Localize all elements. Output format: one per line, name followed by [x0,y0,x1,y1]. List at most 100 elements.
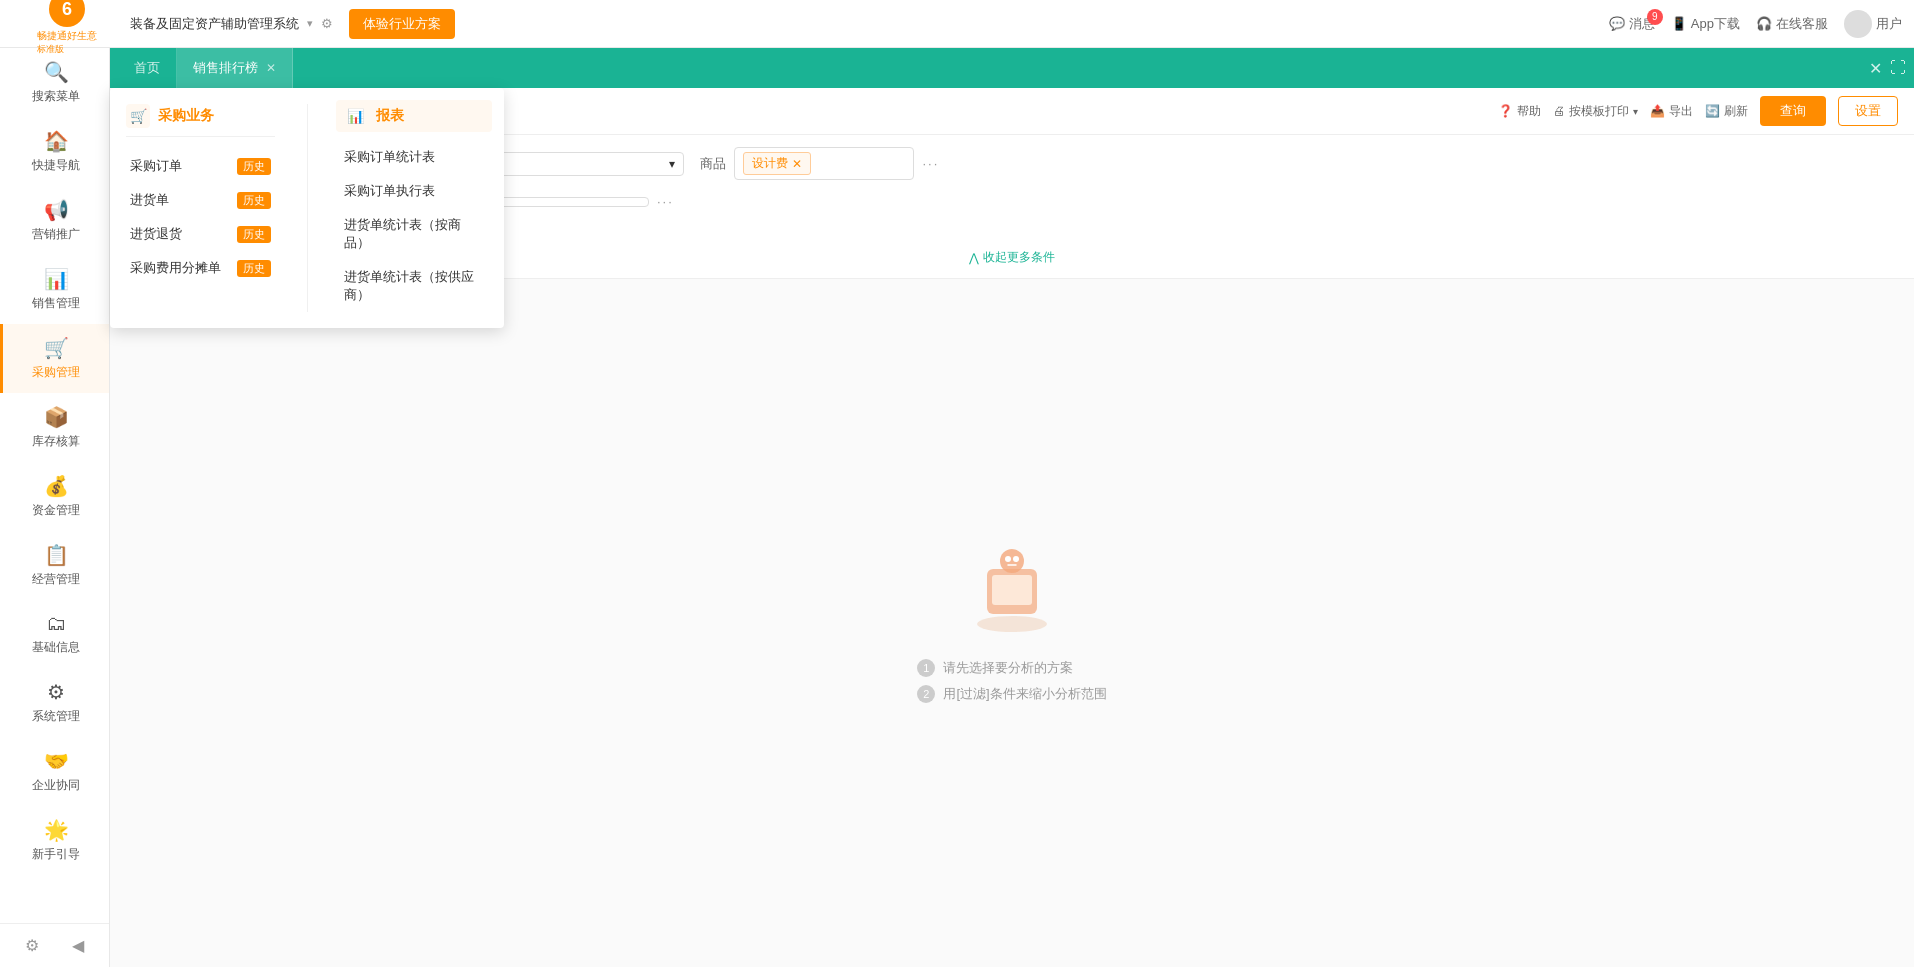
basic-icon: 🗂 [46,612,66,635]
logo-text: 畅捷通好生意 标准版 [37,29,97,56]
svg-point-3 [1000,549,1024,573]
tab-expand-icon[interactable]: ⛶ [1890,59,1906,77]
salesperson-more-dots[interactable]: ··· [657,194,674,209]
print-dropdown-arrow[interactable]: ▾ [1633,106,1638,117]
sidebar-item-basic[interactable]: 🗂 基础信息 [0,600,109,668]
top-bar: 6 畅捷通好生意 标准版 装备及固定资产辅助管理系统 ▾ ⚙ 体验行业方案 💬 … [0,0,1914,48]
sidebar-item-enterprise[interactable]: 🤝 企业协同 [0,737,109,806]
sidebar-label-marketing: 营销推广 [32,226,80,243]
sidebar-label-system: 系统管理 [32,708,80,725]
history-badge-3: 历史 [237,260,271,277]
empty-tips: 1 请先选择要分析的方案 2 用[过滤]条件来缩小分析范围 [917,655,1106,707]
close-tab-sales-rank[interactable]: ✕ [266,61,276,75]
sidebar-collapse-icon[interactable]: ◀ [72,936,84,955]
sidebar-settings-icon[interactable]: ⚙ [25,936,39,955]
help-icon: ❓ [1498,104,1513,118]
tip-1: 1 请先选择要分析的方案 [917,655,1106,681]
app-download-btn[interactable]: 📱 App下载 [1671,15,1740,33]
status-select[interactable]: ▾ [484,152,684,176]
sidebar-item-marketing[interactable]: 📢 营销推广 [0,186,109,255]
goods-more-dots[interactable]: ··· [922,156,939,171]
logo-area: 6 畅捷通好生意 标准版 [12,0,122,56]
online-service-btn[interactable]: 🎧 在线客服 [1756,15,1828,33]
menu-item-purchase-order[interactable]: 采购订单 历史 [126,149,275,183]
sidebar-label-operation: 经营管理 [32,571,80,588]
sales-icon: 📊 [44,267,69,291]
menu-item-receipt[interactable]: 进货单 历史 [126,183,275,217]
tip-num-2: 2 [917,685,935,703]
settings-icon[interactable]: ⚙ [321,16,333,31]
message-btn[interactable]: 💬 9 消息 [1609,15,1655,33]
sidebar-label-basic: 基础信息 [32,639,80,656]
logo-icon: 6 [49,0,85,27]
empty-illustration [962,539,1062,639]
sidebar-item-search[interactable]: 🔍 搜索菜单 [0,48,109,117]
report-header-icon: 📊 [344,104,368,128]
menu-col-purchase: 🛒 采购业务 采购订单 历史 进货单 历史 进货退货 历史 采购费用分摊单 历史 [126,104,275,312]
menu-item-report-receipt-supplier[interactable]: 进货单统计表（按供应商） [340,260,489,312]
refresh-btn[interactable]: 🔄 刷新 [1705,103,1748,120]
sidebar-item-quicknav[interactable]: 🏠 快捷导航 [0,117,109,186]
industry-btn[interactable]: 体验行业方案 [349,9,455,39]
menu-item-report-receipt-goods[interactable]: 进货单统计表（按商品） [340,208,489,260]
svg-point-4 [1005,556,1011,562]
query-btn[interactable]: 查询 [1760,96,1826,126]
tab-close-icon[interactable]: ✕ [1869,59,1882,78]
tip-num-1: 1 [917,659,935,677]
menu-item-return[interactable]: 进货退货 历史 [126,217,275,251]
user-avatar [1844,10,1872,38]
history-badge-1: 历史 [237,192,271,209]
sidebar-bottom: ⚙ ◀ [0,923,109,967]
help-btn[interactable]: ❓ 帮助 [1498,103,1541,120]
goods-input[interactable]: 设计费 ✕ [734,147,914,180]
menu-item-report-order-exec[interactable]: 采购订单执行表 [340,174,489,208]
report-col-header: 📊 报表 [336,100,493,132]
purchase-col-header: 🛒 采购业务 [126,104,275,137]
empty-state: 1 请先选择要分析的方案 2 用[过滤]条件来缩小分析范围 [110,279,1914,967]
home-icon: 🏠 [44,129,69,153]
sidebar-label-quicknav: 快捷导航 [32,157,80,174]
refresh-icon: 🔄 [1705,104,1720,118]
goods-tag: 设计费 ✕ [743,152,811,175]
headset-icon: 🎧 [1756,16,1772,31]
sidebar-item-finance[interactable]: 💰 资金管理 [0,462,109,531]
collapse-icon: ⋀ [969,251,979,265]
goods-tag-remove[interactable]: ✕ [792,157,802,171]
user-btn[interactable]: 用户 [1844,10,1902,38]
sidebar-item-purchase[interactable]: 🛒 采购管理 [0,324,109,393]
tip-2: 2 用[过滤]条件来缩小分析范围 [917,681,1106,707]
sidebar-item-sales[interactable]: 📊 销售管理 [0,255,109,324]
history-badge-0: 历史 [237,158,271,175]
export-btn[interactable]: 📤 导出 [1650,103,1693,120]
sidebar-item-system[interactable]: ⚙ 系统管理 [0,668,109,737]
sidebar-label-purchase: 采购管理 [32,364,80,381]
message-badge: 9 [1647,9,1663,25]
tab-sales-rank[interactable]: 销售排行榜 ✕ [177,48,293,88]
status-select-arrow: ▾ [669,157,675,171]
print-icon: 🖨 [1553,104,1565,118]
set-btn[interactable]: 设置 [1838,96,1898,126]
sidebar-item-inventory[interactable]: 📦 库存核算 [0,393,109,462]
sidebar-label-enterprise: 企业协同 [32,777,80,794]
inventory-icon: 📦 [44,405,69,429]
export-icon: 📤 [1650,104,1665,118]
purchase-dropdown-menu: 🛒 采购业务 采购订单 历史 进货单 历史 进货退货 历史 采购费用分摊单 历史… [110,88,504,328]
title-dropdown-arrow[interactable]: ▾ [307,17,313,30]
goods-label: 商品 [700,155,726,173]
newbie-icon: 🌟 [44,818,69,842]
operation-icon: 📋 [44,543,69,567]
sidebar-item-operation[interactable]: 📋 经营管理 [0,531,109,600]
menu-item-expense[interactable]: 采购费用分摊单 历史 [126,251,275,285]
search-icon: 🔍 [44,60,69,84]
menu-item-report-order-stat[interactable]: 采购订单统计表 [340,140,489,174]
tab-home[interactable]: 首页 [118,48,177,88]
sidebar-label-newbie: 新手引导 [32,846,80,863]
finance-icon: 💰 [44,474,69,498]
history-badge-2: 历史 [237,226,271,243]
sidebar-item-newbie[interactable]: 🌟 新手引导 [0,806,109,875]
print-btn[interactable]: 🖨 按模板打印 ▾ [1553,103,1638,120]
top-right-actions: 💬 9 消息 📱 App下载 🎧 在线客服 用户 [1609,10,1902,38]
marketing-icon: 📢 [44,198,69,222]
enterprise-icon: 🤝 [44,749,69,773]
tab-actions: ✕ ⛶ [1869,59,1906,78]
